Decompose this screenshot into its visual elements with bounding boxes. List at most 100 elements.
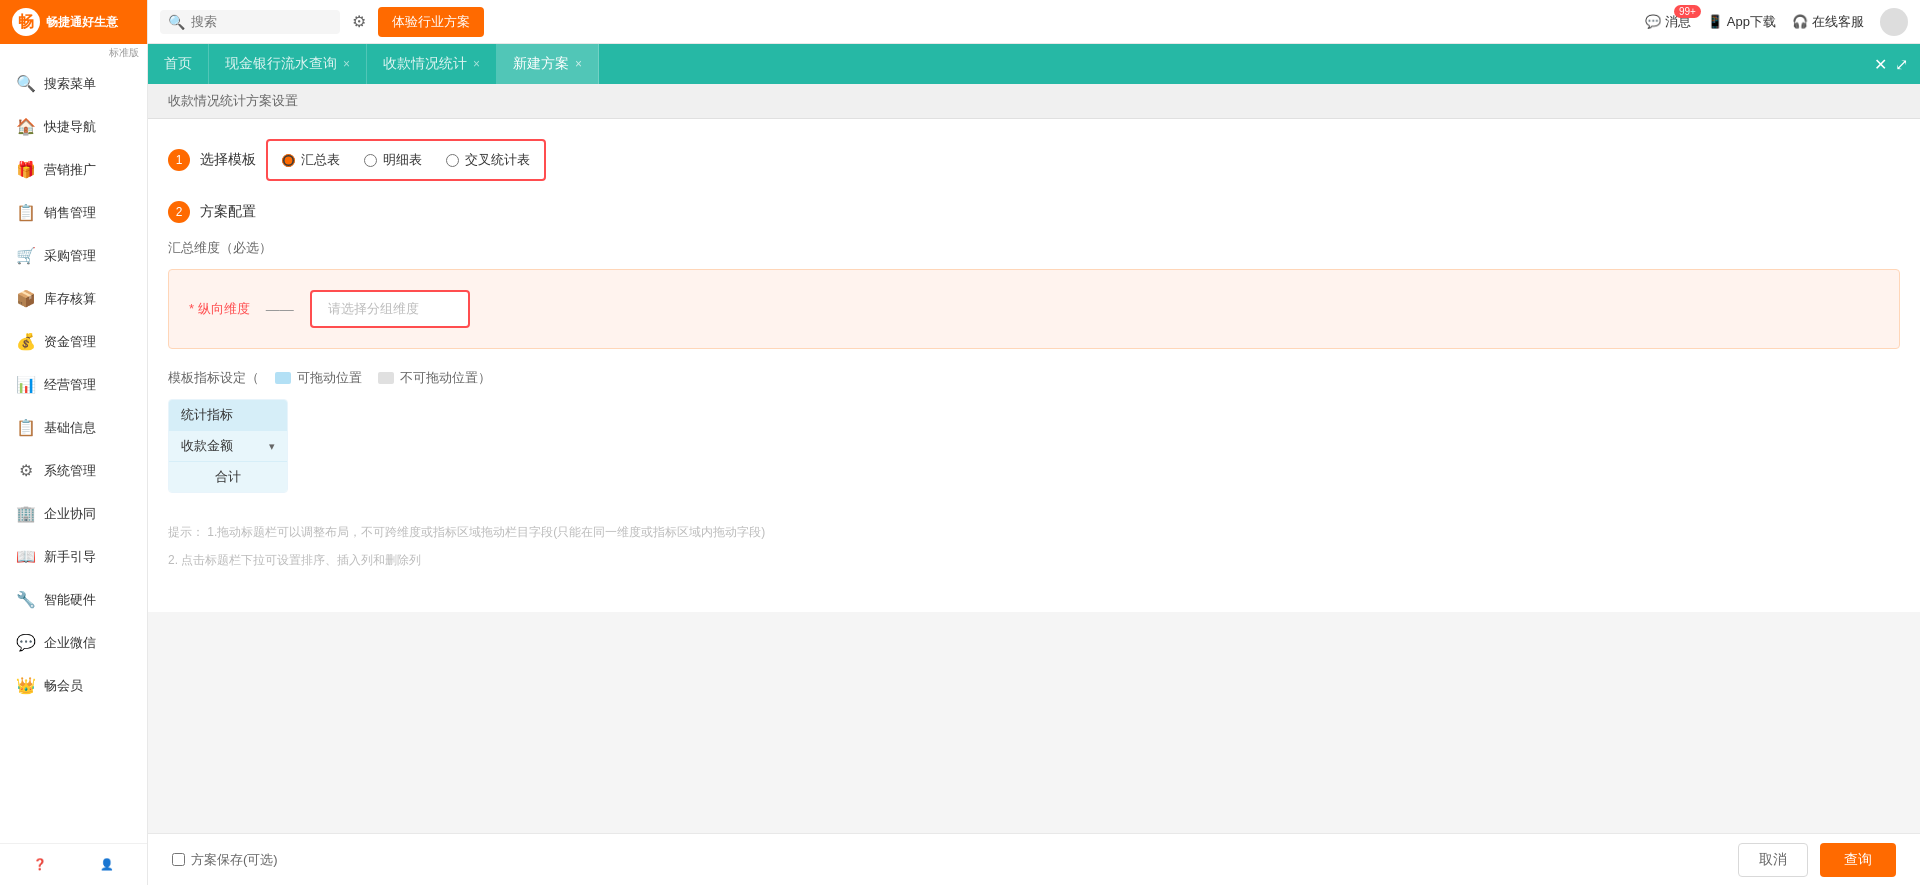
template-summary-label: 汇总表 (301, 151, 340, 169)
template-detail[interactable]: 明细表 (364, 151, 422, 169)
search-menu-icon: 🔍 (16, 74, 36, 93)
tab-new-plan[interactable]: 新建方案 × (497, 44, 599, 84)
gear-icon: ⚙ (16, 461, 36, 480)
sidebar-item-label: 营销推广 (44, 161, 96, 179)
dimension-area: 纵向维度 —— 请选择分组维度 (168, 269, 1900, 349)
sidebar-item-member[interactable]: 👑 畅会员 (0, 664, 147, 707)
query-button[interactable]: 查询 (1820, 843, 1896, 877)
sidebar-item-operation[interactable]: 📊 经营管理 (0, 363, 147, 406)
sidebar-item-sales[interactable]: 📋 销售管理 (0, 191, 147, 234)
sidebar-item-label: 搜索菜单 (44, 75, 96, 93)
tab-bank-flow-label: 现金银行流水查询 (225, 55, 337, 73)
tips-section: 提示： 1.拖动标题栏可以调整布局，不可跨维度或指标区域拖动栏目字段(只能在同一… (168, 520, 1900, 572)
template-detail-radio[interactable] (364, 154, 377, 167)
online-service-label: 在线客服 (1812, 13, 1864, 31)
metrics-config-label: 模板指标设定（ (168, 369, 259, 387)
legend-draggable: 可拖动位置 (275, 369, 362, 387)
close-bank-flow-icon[interactable]: × (343, 57, 350, 71)
metrics-table-header: 统计指标 (169, 400, 287, 430)
template-detail-label: 明细表 (383, 151, 422, 169)
sidebar-item-newbie[interactable]: 📖 新手引导 (0, 535, 147, 578)
sidebar-item-system[interactable]: ⚙ 系统管理 (0, 449, 147, 492)
topbar-right: 💬 消息 99+ 📱 App下载 🎧 在线客服 (1645, 8, 1908, 36)
search-input[interactable] (191, 14, 311, 29)
sidebar-item-label: 库存核算 (44, 290, 96, 308)
cancel-button[interactable]: 取消 (1738, 843, 1808, 877)
non-draggable-legend-label: 不可拖动位置） (400, 369, 491, 387)
close-collection-icon[interactable]: × (473, 57, 480, 71)
metric-row-0[interactable]: 收款金额 ▾ (169, 430, 287, 461)
sidebar-item-quick-nav[interactable]: 🏠 快捷导航 (0, 105, 147, 148)
sidebar-item-label: 新手引导 (44, 548, 96, 566)
sidebar-item-basic[interactable]: 📋 基础信息 (0, 406, 147, 449)
online-service-btn[interactable]: 🎧 在线客服 (1792, 13, 1864, 31)
notification-badge: 99+ (1674, 5, 1701, 18)
sidebar-item-label: 经营管理 (44, 376, 96, 394)
sidebar-item-inventory[interactable]: 📦 库存核算 (0, 277, 147, 320)
dimension-select[interactable]: 请选择分组维度 (310, 290, 470, 328)
money-icon: 💰 (16, 332, 36, 351)
sidebar-item-label: 资金管理 (44, 333, 96, 351)
draggable-legend-label: 可拖动位置 (297, 369, 362, 387)
app-icon: 📱 (1707, 14, 1723, 29)
sidebar-item-finance[interactable]: 💰 资金管理 (0, 320, 147, 363)
tip-1: 提示： 1.拖动标题栏可以调整布局，不可跨维度或指标区域拖动栏目字段(只能在同一… (168, 520, 1900, 544)
sidebar: 畅 畅捷通好生意 标准版 🔍 搜索菜单 🏠 快捷导航 🎁 营销推广 📋 销售管理… (0, 0, 148, 885)
search-box[interactable]: 🔍 (160, 10, 340, 34)
legend-non-draggable: 不可拖动位置） (378, 369, 491, 387)
tabbar: 首页 现金银行流水查询 × 收款情况统计 × 新建方案 × ✕ ⤢ (148, 44, 1920, 84)
template-cross-radio[interactable] (446, 154, 459, 167)
metrics-config: 模板指标设定（ 可拖动位置 不可拖动位置） 统计指标 (168, 369, 1900, 496)
page-header: 收款情况统计方案设置 (148, 84, 1920, 119)
service-icon: 🎧 (1792, 14, 1808, 29)
template-summary-radio[interactable] (282, 154, 295, 167)
sidebar-badge: 标准版 (0, 44, 147, 62)
tab-collection-stats[interactable]: 收款情况统计 × (367, 44, 497, 84)
hardware-icon: 🔧 (16, 590, 36, 609)
sidebar-item-label: 快捷导航 (44, 118, 96, 136)
page-content: 收款情况统计方案设置 1 选择模板 汇总表 明细表 (148, 84, 1920, 885)
tip-2: 2. 点击标题栏下拉可设置排序、插入列和删除列 (168, 548, 1900, 572)
dimension-row: 纵向维度 —— 请选择分组维度 (189, 290, 1879, 328)
save-label: 方案保存(可选) (191, 851, 278, 869)
metric-label: 收款金额 (181, 437, 233, 455)
step2-title: 方案配置 (200, 203, 256, 221)
page-header-text: 收款情况统计方案设置 (168, 93, 298, 108)
sidebar-item-label: 系统管理 (44, 462, 96, 480)
sidebar-item-smart[interactable]: 🔧 智能硬件 (0, 578, 147, 621)
tab-collection-label: 收款情况统计 (383, 55, 467, 73)
notification-btn[interactable]: 💬 消息 99+ (1645, 13, 1691, 31)
notification-icon: 💬 (1645, 14, 1661, 29)
help-btn[interactable]: ❓ (8, 852, 72, 877)
app-download-btn[interactable]: 📱 App下载 (1707, 13, 1776, 31)
step2-circle: 2 (168, 201, 190, 223)
sidebar-bottom: ❓ 👤 (0, 843, 147, 885)
metric-dropdown-icon[interactable]: ▾ (269, 440, 275, 453)
industry-btn[interactable]: 体验行业方案 (378, 7, 484, 37)
chart-icon: 📊 (16, 375, 36, 394)
sidebar-item-purchase[interactable]: 🛒 采购管理 (0, 234, 147, 277)
template-summary[interactable]: 汇总表 (282, 151, 340, 169)
close-new-plan-icon[interactable]: × (575, 57, 582, 71)
tab-bank-flow[interactable]: 现金银行流水查询 × (209, 44, 367, 84)
sidebar-item-enterprise[interactable]: 🏢 企业协同 (0, 492, 147, 535)
settings-icon[interactable]: ⚙ (352, 12, 366, 31)
sidebar-item-wechat[interactable]: 💬 企业微信 (0, 621, 147, 664)
sidebar-item-label: 企业协同 (44, 505, 96, 523)
topbar: 🔍 ⚙ 体验行业方案 💬 消息 99+ 📱 App下载 🎧 在线客服 (148, 0, 1920, 44)
template-cross[interactable]: 交叉统计表 (446, 151, 530, 169)
step1-header: 1 选择模板 汇总表 明细表 交叉统计表 (168, 139, 1900, 181)
metrics-table: 统计指标 收款金额 ▾ 合计 (168, 399, 288, 493)
user-btn[interactable]: 👤 (76, 852, 140, 877)
footer-save: 方案保存(可选) (172, 851, 278, 869)
user-avatar[interactable] (1880, 8, 1908, 36)
tab-home[interactable]: 首页 (148, 44, 209, 84)
tab-new-plan-label: 新建方案 (513, 55, 569, 73)
save-checkbox[interactable] (172, 853, 185, 866)
sidebar-item-marketing[interactable]: 🎁 营销推广 (0, 148, 147, 191)
step2-header: 2 方案配置 (168, 201, 1900, 223)
maximize-icon[interactable]: ⤢ (1895, 55, 1908, 74)
sidebar-item-search-menu[interactable]: 🔍 搜索菜单 (0, 62, 147, 105)
book-icon: 📖 (16, 547, 36, 566)
close-window-icon[interactable]: ✕ (1874, 55, 1887, 74)
